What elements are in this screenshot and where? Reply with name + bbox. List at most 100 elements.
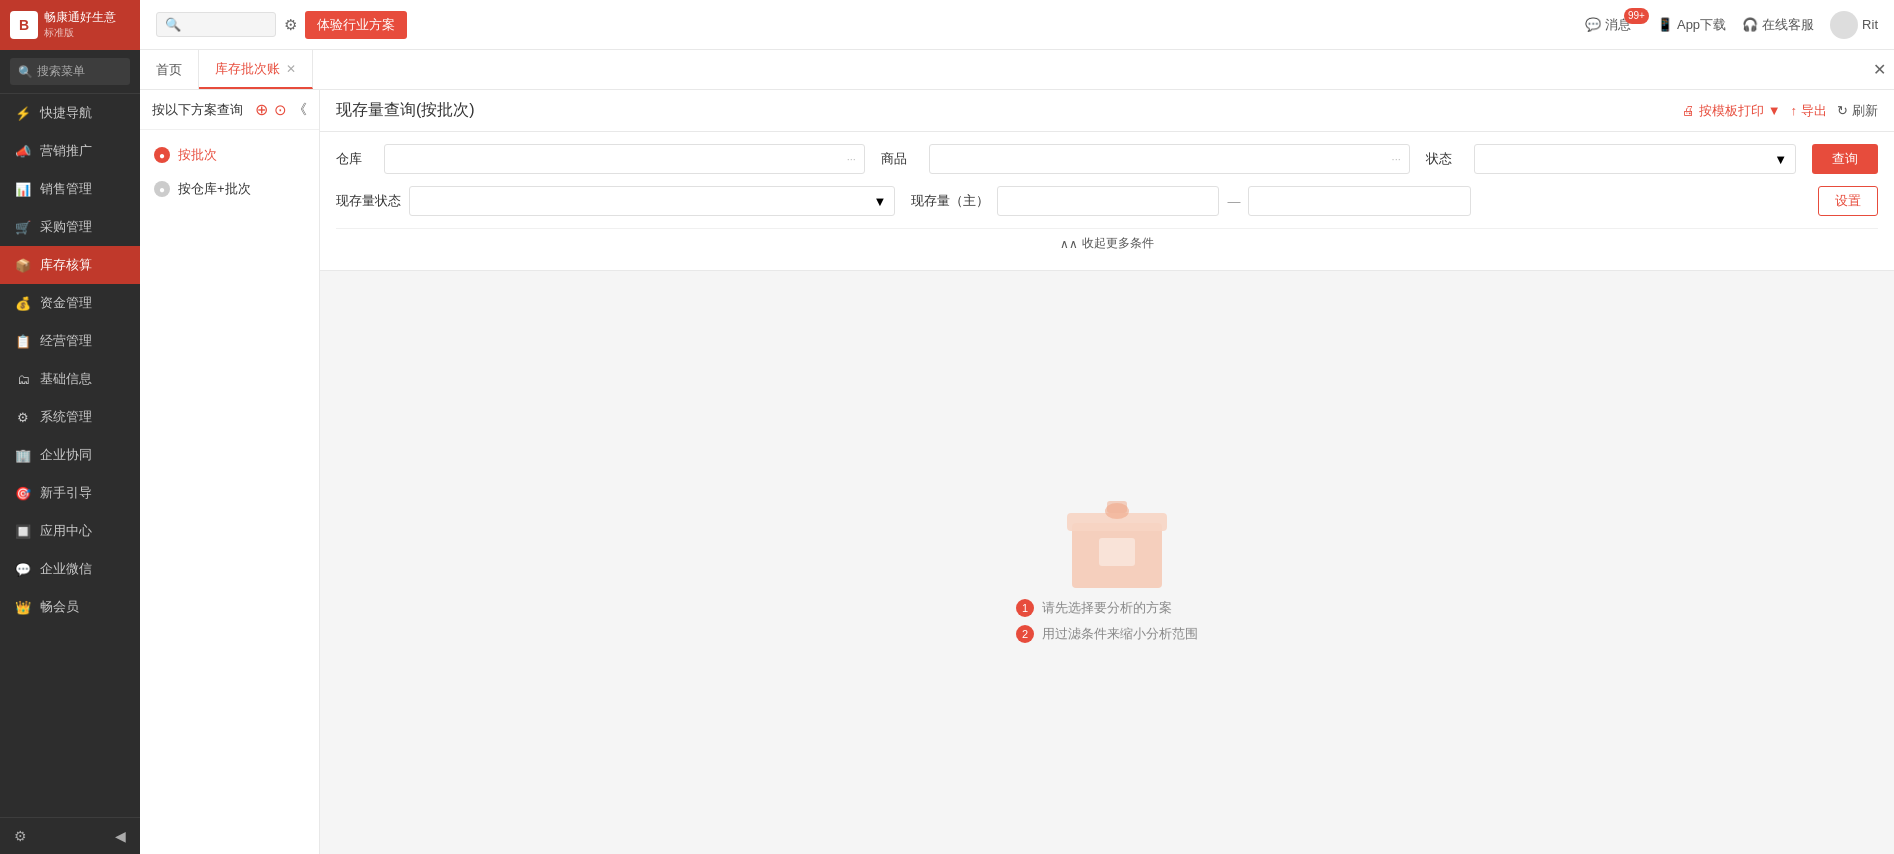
app-info: 畅康通好生意 标准版 [44,10,116,40]
add-plan-button[interactable]: ⊕ [255,100,268,119]
user-profile-area[interactable]: Rit [1830,11,1878,39]
sidebar-item-label: 采购管理 [40,218,92,236]
sidebar-item-label: 企业微信 [40,560,92,578]
filter-area: 仓库 ··· 商品 ··· 状态 [320,132,1894,271]
sidebar-item-label: 企业协同 [40,446,92,464]
query-button[interactable]: 查询 [1812,144,1878,174]
settings-button[interactable]: 设置 [1818,186,1878,216]
app-download-button[interactable]: 📱 App下载 [1657,16,1726,34]
sidebar-item-label: 应用中心 [40,522,92,540]
goods-filter-input[interactable]: ··· [929,144,1410,174]
hint-number-2: 2 [1016,625,1034,643]
sidebar-item-label: 畅会员 [40,598,79,616]
topbar-search-input[interactable] [185,18,265,32]
tab-batch-inventory[interactable]: 库存批次账 ✕ [199,50,313,89]
trial-industry-button[interactable]: 体验行业方案 [305,11,407,39]
operations-icon: 📋 [14,332,32,350]
refresh-button[interactable]: ↻ 刷新 [1837,102,1878,120]
left-panel-header: 按以下方案查询 ⊕ ⊙ 《 [140,90,319,130]
status-filter-label: 状态 [1426,150,1466,168]
status-filter-group: 状态 ▼ [1426,144,1796,174]
filter-row-1: 仓库 ··· 商品 ··· 状态 [336,144,1878,174]
refresh-label: 刷新 [1852,102,1878,120]
sidebar-item-label: 快捷导航 [40,104,92,122]
topbar-right: 💬 消息 99+ 📱 App下载 🎧 在线客服 Rit [1585,11,1878,39]
stock-qty-range: — [997,186,1470,216]
sidebar-item-operations[interactable]: 📋 经营管理 [0,322,140,360]
search-icon: 🔍 [18,65,33,79]
settings-footer-button[interactable]: ⚙ [14,828,27,844]
refresh-icon: ↻ [1837,103,1848,118]
sidebar-item-inventory[interactable]: 📦 库存核算 [0,246,140,284]
stock-qty-divider: — [1227,194,1240,209]
sidebar-item-quick-nav[interactable]: ⚡ 快捷导航 [0,94,140,132]
sales-icon: 📊 [14,180,32,198]
svg-rect-2 [1099,538,1135,566]
hint-text-1: 请先选择要分析的方案 [1042,599,1172,617]
messages-button[interactable]: 💬 消息 99+ [1585,16,1641,34]
collapse-sidebar-button[interactable]: ◀ [115,828,126,844]
sidebar-item-label: 资金管理 [40,294,92,312]
svg-rect-4 [1107,501,1127,513]
warehouse-filter-input[interactable]: ··· [384,144,865,174]
sidebar-item-label: 经营管理 [40,332,92,350]
print-template-button[interactable]: 🖨 按模板打印 ▼ [1682,102,1781,120]
page-header: 现存量查询(按批次) 🖨 按模板打印 ▼ ↑ 导出 ↻ 刷新 [320,90,1894,132]
sidebar-item-enterprise[interactable]: 🏢 企业协同 [0,436,140,474]
sidebar-item-label: 销售管理 [40,180,92,198]
topbar-gear-button[interactable]: ⚙ [284,16,297,34]
plan-item-by-batch[interactable]: ● 按批次 [140,138,319,172]
stock-qty-end-input[interactable] [1248,186,1470,216]
content-area: 按以下方案查询 ⊕ ⊙ 《 ● 按批次 ● 按仓库+批次 [140,90,1894,854]
collapse-panel-button[interactable]: 《 [293,101,307,119]
empty-hints: 1 请先选择要分析的方案 2 用过滤条件来缩小分析范围 [1016,599,1198,643]
plan-label-by-batch: 按批次 [178,146,217,164]
sidebar-item-wechat[interactable]: 💬 企业微信 [0,550,140,588]
sidebar-header: B 畅康通好生意 标准版 [0,0,140,50]
app-name: 畅康通好生意 [44,10,116,26]
stock-status-label: 现存量状态 [336,192,401,210]
sidebar-item-newbie[interactable]: 🎯 新手引导 [0,474,140,512]
plan-dot-active: ● [154,147,170,163]
tabs-close-button[interactable]: ✕ [1873,60,1886,79]
sidebar-item-finance[interactable]: 💰 资金管理 [0,284,140,322]
sidebar-item-label: 新手引导 [40,484,92,502]
sidebar-item-label: 基础信息 [40,370,92,388]
sidebar-item-purchase[interactable]: 🛒 采购管理 [0,208,140,246]
topbar-search-box[interactable]: 🔍 [156,12,276,37]
topbar-left: 🔍 ⚙ 体验行业方案 [156,11,1573,39]
tab-home[interactable]: 首页 [140,50,199,89]
app-edition: 标准版 [44,26,116,40]
online-service-button[interactable]: 🎧 在线客服 [1742,16,1814,34]
export-button[interactable]: ↑ 导出 [1791,102,1828,120]
empty-svg [1057,483,1177,593]
online-service-icon: 🎧 [1742,17,1758,32]
message-icon: 💬 [1585,17,1601,32]
sidebar-item-basic-info[interactable]: 🗂 基础信息 [0,360,140,398]
tab-batch-inventory-label: 库存批次账 [215,60,280,78]
search-menu-button[interactable]: 🔍 搜索菜单 [10,58,130,85]
collapse-more-conditions-button[interactable]: ∧∧ 收起更多条件 [336,228,1878,258]
sidebar-item-system[interactable]: ⚙ 系统管理 [0,398,140,436]
left-panel: 按以下方案查询 ⊕ ⊙ 《 ● 按批次 ● 按仓库+批次 [140,90,320,854]
goods-filter-group: 商品 ··· [881,144,1410,174]
sidebar-item-sales[interactable]: 📊 销售管理 [0,170,140,208]
sidebar-item-member[interactable]: 👑 畅会员 [0,588,140,626]
wechat-icon: 💬 [14,560,32,578]
tab-close-icon[interactable]: ✕ [286,62,296,76]
stock-qty-start-input[interactable] [997,186,1219,216]
sidebar-item-marketing[interactable]: 📣 营销推广 [0,132,140,170]
plan-settings-button[interactable]: ⊙ [274,101,287,119]
username-label: Rit [1862,17,1878,32]
status-filter-select[interactable]: ▼ [1474,144,1796,174]
finance-icon: 💰 [14,294,32,312]
app-download-label: App下载 [1677,16,1726,34]
stock-qty-filter-group: 现存量（主） — [911,186,1470,216]
tabs-bar: 首页 库存批次账 ✕ ✕ [140,50,1894,90]
empty-state: 1 请先选择要分析的方案 2 用过滤条件来缩小分析范围 [320,271,1894,854]
settings-footer-icon: ⚙ [14,828,27,844]
sidebar-item-app-center[interactable]: 🔲 应用中心 [0,512,140,550]
stock-status-select[interactable]: ▼ [409,186,895,216]
topbar-search-icon: 🔍 [165,17,181,32]
plan-item-by-warehouse-batch[interactable]: ● 按仓库+批次 [140,172,319,206]
